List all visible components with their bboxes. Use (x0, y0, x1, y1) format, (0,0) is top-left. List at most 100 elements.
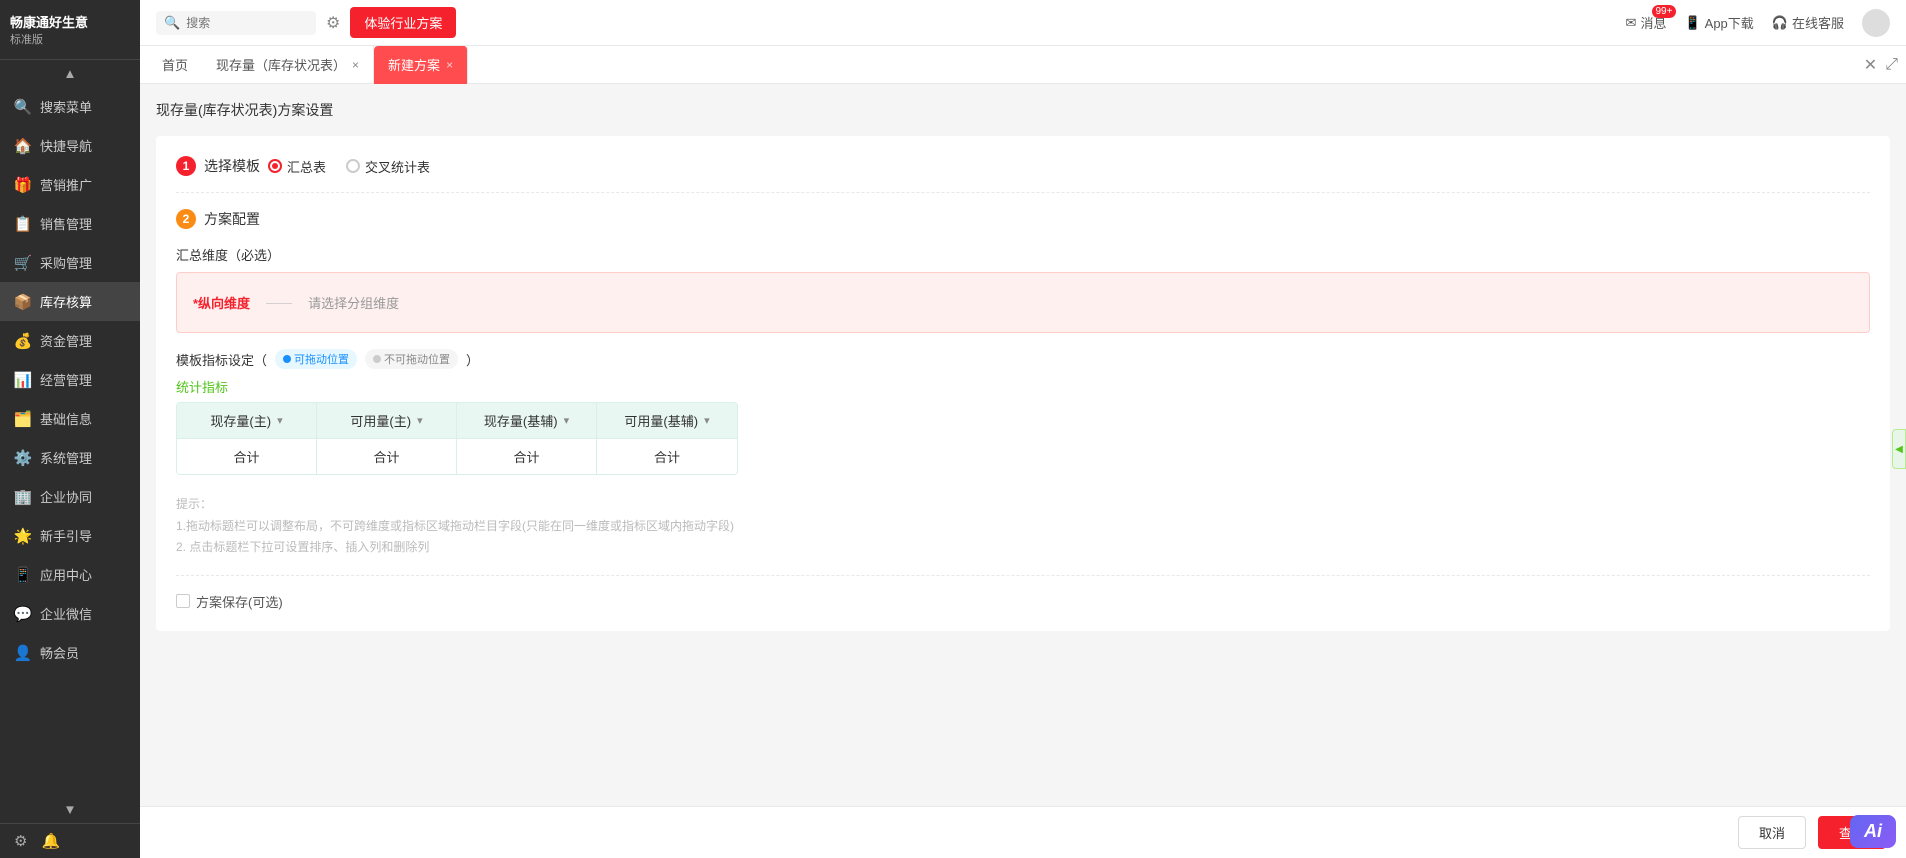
sidebar-item-inventory[interactable]: 📦 库存核算 (0, 282, 140, 321)
folder-icon: 🗂️ (14, 410, 32, 428)
sidebar-item-sales[interactable]: 📋 销售管理 (0, 204, 140, 243)
tab-inventory[interactable]: 现存量（库存状况表） × (202, 46, 374, 84)
radio-cross[interactable]: 交叉统计表 (346, 157, 430, 176)
stats-col-header-3[interactable]: 可用量(基辅) ▾ (597, 403, 737, 439)
stats-col-header-1[interactable]: 可用量(主) ▾ (317, 403, 456, 439)
volume-icon[interactable]: 🔔 (41, 832, 60, 850)
stats-col-0: 现存量(主) ▾ (177, 403, 317, 439)
tab-inventory-label: 现存量（库存状况表） (216, 55, 346, 74)
sidebar-item-marketing[interactable]: 🎁 营销推广 (0, 165, 140, 204)
search-input[interactable] (186, 16, 286, 30)
gear-icon: ⚙️ (14, 449, 32, 467)
user-icon: 👤 (14, 644, 32, 662)
sidebar-scroll-down[interactable]: ▼ (0, 796, 140, 823)
stats-section: 统计指标 现存量(主) ▾ 可用量(主) (176, 377, 1870, 478)
indicator-settings: 模板指标设定（ 可拖动位置 不可拖动位置 ） 统计指标 (176, 349, 1870, 559)
col-0-chevron[interactable]: ▾ (277, 414, 283, 427)
tabs-right: ✕ ⤢ (1864, 55, 1898, 75)
tab-new-plan-close[interactable]: × (446, 58, 453, 72)
indicator-prefix: 模板指标设定（ (176, 350, 267, 369)
stats-col-1: 可用量(主) ▾ (317, 403, 457, 439)
ai-badge[interactable]: Ai (1850, 815, 1896, 848)
indicator-fixed-badge: 不可拖动位置 (365, 349, 458, 369)
stats-col-header-2[interactable]: 现存量(基辅) ▾ (457, 403, 596, 439)
movable-label: 可拖动位置 (294, 351, 349, 367)
cancel-button[interactable]: 取消 (1738, 816, 1806, 849)
app-subtitle: 标准版 (10, 31, 130, 47)
tab-close-btn[interactable]: ✕ (1864, 55, 1877, 75)
tab-expand-btn[interactable]: ⤢ (1885, 56, 1898, 74)
sidebar-item-system[interactable]: ⚙️ 系统管理 (0, 438, 140, 477)
col-3-chevron[interactable]: ▾ (704, 414, 710, 427)
dim-placeholder: 请选择分组维度 (308, 293, 399, 312)
tabs-bar: 首页 现存量（库存状况表） × 新建方案 × ✕ ⤢ (140, 46, 1906, 84)
sidebar-item-member[interactable]: 👤 畅会员 (0, 633, 140, 672)
topbar-actions: ✉ 消息 99+ 📱 App下载 🎧 在线客服 (1626, 9, 1890, 37)
save-checkbox[interactable] (176, 594, 190, 608)
col-1-chevron[interactable]: ▾ (417, 414, 423, 427)
sidebar-item-operations[interactable]: 📊 经营管理 (0, 360, 140, 399)
search-icon: 🔍 (164, 15, 180, 31)
stats-col-header-0[interactable]: 现存量(主) ▾ (177, 403, 316, 439)
sidebar-item-app-center[interactable]: 📱 应用中心 (0, 555, 140, 594)
sidebar-item-basic-info[interactable]: 🗂️ 基础信息 (0, 399, 140, 438)
dim-box[interactable]: *纵向维度 —— 请选择分组维度 (176, 272, 1870, 333)
step2-header: 2 方案配置 (176, 209, 1870, 229)
app-download-label: App下载 (1705, 13, 1754, 32)
sidebar-item-quick-nav[interactable]: 🏠 快捷导航 (0, 126, 140, 165)
tab-new-plan-label: 新建方案 (388, 55, 440, 74)
service-icon: 🎧 (1772, 15, 1788, 31)
stats-body-cell-1: 合计 (317, 439, 456, 474)
search-icon: 🔍 (14, 98, 32, 116)
chat-icon: 💬 (14, 605, 32, 623)
tab-inventory-close[interactable]: × (352, 58, 359, 72)
save-option[interactable]: 方案保存(可选) (176, 592, 1870, 611)
stats-body-cell-0: 合计 (177, 439, 316, 474)
message-btn[interactable]: ✉ 消息 99+ (1626, 13, 1667, 32)
stats-col-2: 现存量(基辅) ▾ (457, 403, 597, 439)
message-icon: ✉ (1626, 15, 1637, 31)
online-service-label: 在线客服 (1792, 13, 1844, 32)
trial-btn[interactable]: 体验行业方案 (350, 7, 456, 38)
search-box: 🔍 (156, 11, 316, 35)
home-icon: 🏠 (14, 137, 32, 155)
sidebar-item-purchase[interactable]: 🛒 采购管理 (0, 243, 140, 282)
tips-title: 提示： (176, 497, 212, 511)
sidebar: 畅康通好生意 标准版 ▲ 🔍 搜索菜单 🏠 快捷导航 🎁 营销推广 📋 销售管理… (0, 0, 140, 858)
radio-summary-label: 汇总表 (287, 157, 326, 176)
right-collapse-btn[interactable]: ◀ (1892, 429, 1906, 469)
col-2-chevron[interactable]: ▾ (564, 414, 570, 427)
sidebar-item-enterprise[interactable]: 🏢 企业协同 (0, 477, 140, 516)
fixed-label: 不可拖动位置 (384, 351, 450, 367)
col-1-label: 可用量(主) (350, 411, 411, 430)
online-service-btn[interactable]: 🎧 在线客服 (1772, 13, 1844, 32)
step1-header: 1 选择模板 汇总表 交叉统计表 (176, 156, 1870, 176)
dim-label: 汇总维度（必选） (176, 245, 1870, 264)
col-2-label: 现存量(基辅) (484, 411, 558, 430)
sidebar-scroll-up[interactable]: ▲ (0, 60, 140, 87)
indicator-movable-badge: 可拖动位置 (275, 349, 357, 369)
sidebar-item-label: 营销推广 (40, 175, 92, 194)
stats-body-col-1: 合计 (317, 439, 457, 474)
sidebar-item-search[interactable]: 🔍 搜索菜单 (0, 87, 140, 126)
sidebar-bottom: ⚙ 🔔 (0, 823, 140, 858)
movable-dot (283, 355, 291, 363)
user-avatar[interactable] (1862, 9, 1890, 37)
sidebar-logo: 畅康通好生意 标准版 (0, 0, 140, 60)
sidebar-item-wechat[interactable]: 💬 企业微信 (0, 594, 140, 633)
tab-new-plan[interactable]: 新建方案 × (374, 46, 468, 84)
tab-home[interactable]: 首页 (148, 46, 202, 84)
app-download-btn[interactable]: 📱 App下载 (1684, 13, 1753, 32)
sidebar-item-guide[interactable]: 🌟 新手引导 (0, 516, 140, 555)
radio-summary[interactable]: 汇总表 (268, 157, 326, 176)
settings-icon[interactable]: ⚙ (14, 832, 27, 850)
message-badge: 99+ (1652, 5, 1677, 18)
sidebar-item-label: 经营管理 (40, 370, 92, 389)
topbar-gear-icon[interactable]: ⚙ (326, 13, 340, 33)
app-title: 畅康通好生意 (10, 12, 130, 31)
stats-col-3: 可用量(基辅) ▾ (597, 403, 737, 439)
sidebar-item-finance[interactable]: 💰 资金管理 (0, 321, 140, 360)
col-3-label: 可用量(基辅) (624, 411, 698, 430)
section-divider-1 (176, 192, 1870, 193)
tip-1: 1.拖动标题栏可以调整布局，不可跨维度或指标区域拖动栏目字段(只能在同一维度或指… (176, 516, 1870, 538)
